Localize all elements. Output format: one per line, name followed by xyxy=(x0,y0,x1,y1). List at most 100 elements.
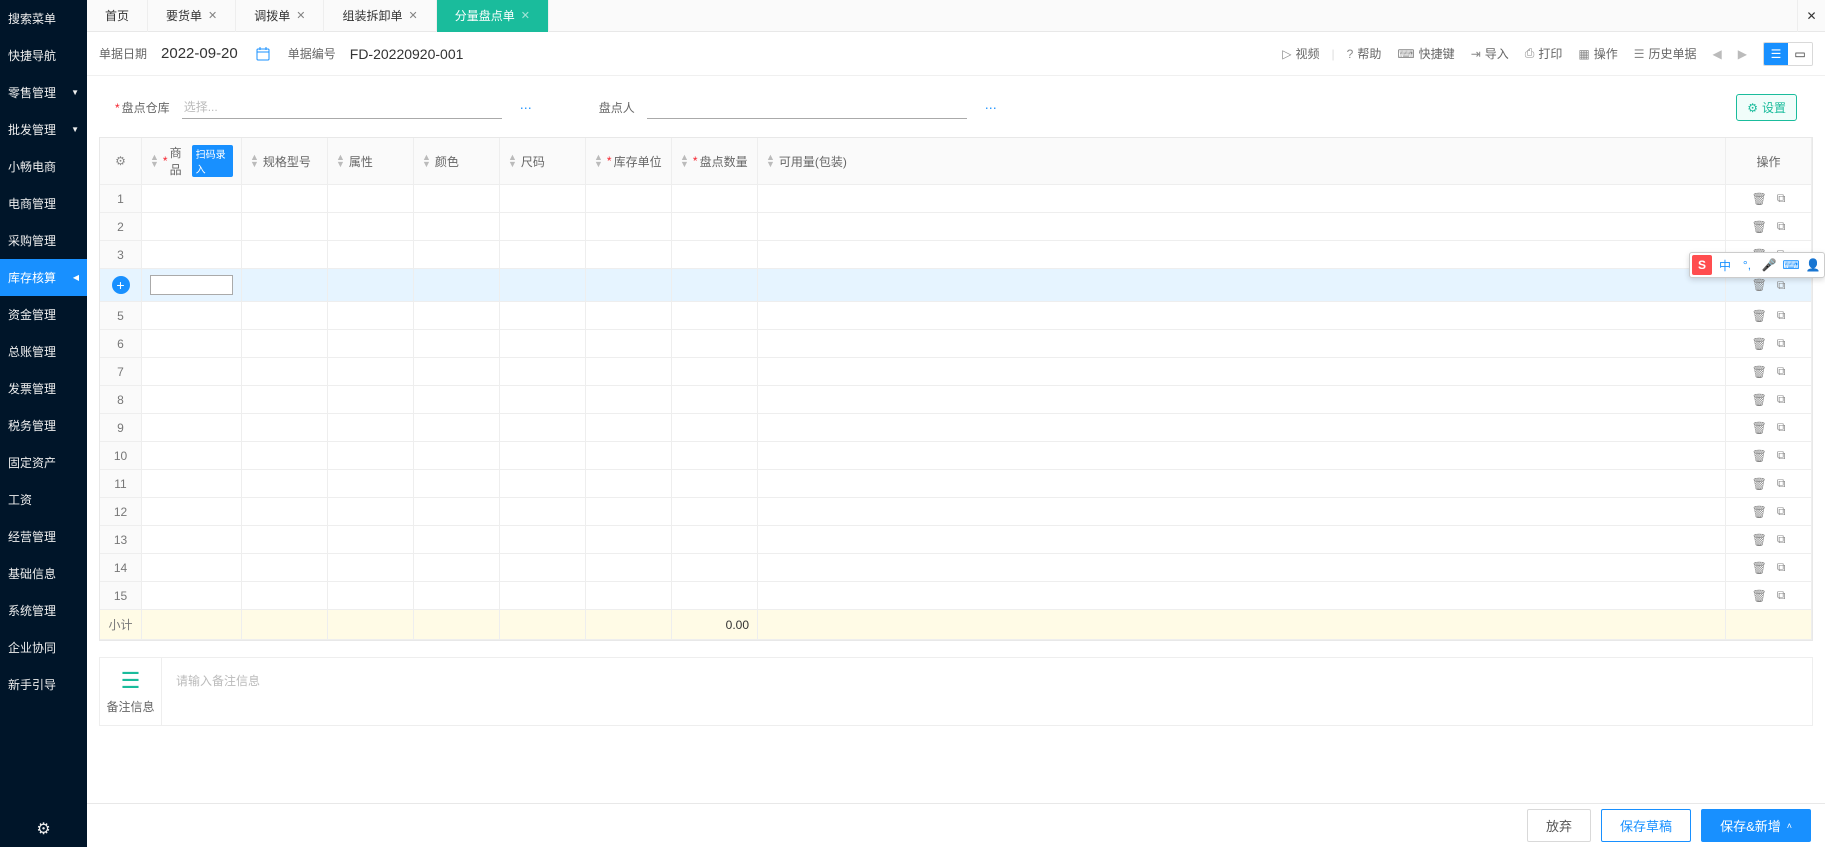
row-10-unit[interactable] xyxy=(586,442,672,470)
tab-2[interactable]: 调拨单✕ xyxy=(236,0,324,32)
row-11-color[interactable] xyxy=(414,470,500,498)
row-11-attr[interactable] xyxy=(328,470,414,498)
row-15-avail[interactable] xyxy=(758,582,1726,610)
row-6-avail[interactable] xyxy=(758,330,1726,358)
copy-icon[interactable]: ⧉ xyxy=(1777,588,1786,603)
row-3-qty[interactable] xyxy=(672,241,758,269)
row-14-unit[interactable] xyxy=(586,554,672,582)
copy-icon[interactable]: ⧉ xyxy=(1777,219,1786,234)
close-icon[interactable]: ✕ xyxy=(521,9,530,22)
row-4-unit[interactable] xyxy=(586,269,672,302)
row-14-attr[interactable] xyxy=(328,554,414,582)
row-1-avail[interactable] xyxy=(758,185,1726,213)
row-4-product[interactable] xyxy=(142,269,242,302)
row-12-size[interactable] xyxy=(500,498,586,526)
row-11-size[interactable] xyxy=(500,470,586,498)
view-list[interactable]: ☰ xyxy=(1764,43,1788,65)
row-6-spec[interactable] xyxy=(242,330,328,358)
delete-icon[interactable]: 🗑 xyxy=(1752,589,1767,603)
tab-1[interactable]: 要货单✕ xyxy=(148,0,236,32)
delete-icon[interactable]: 🗑 xyxy=(1752,561,1767,575)
row-13-avail[interactable] xyxy=(758,526,1726,554)
row-4-qty[interactable] xyxy=(672,269,758,302)
row-12-color[interactable] xyxy=(414,498,500,526)
row-15-qty[interactable] xyxy=(672,582,758,610)
row-12-product[interactable] xyxy=(142,498,242,526)
row-1-color[interactable] xyxy=(414,185,500,213)
delete-icon[interactable]: 🗑 xyxy=(1752,393,1767,407)
row-13-spec[interactable] xyxy=(242,526,328,554)
th-attr[interactable]: ▲▼属性 xyxy=(328,138,414,185)
close-icon[interactable]: ✕ xyxy=(208,9,217,22)
row-13-unit[interactable] xyxy=(586,526,672,554)
row-9-avail[interactable] xyxy=(758,414,1726,442)
delete-icon[interactable]: 🗑 xyxy=(1752,309,1767,323)
row-8-spec[interactable] xyxy=(242,386,328,414)
ime-lang[interactable]: 中 xyxy=(1716,256,1734,274)
row-12-attr[interactable] xyxy=(328,498,414,526)
copy-icon[interactable]: ⧉ xyxy=(1777,336,1786,351)
sidebar-item-1[interactable]: 快捷导航 xyxy=(0,37,87,74)
row-9-unit[interactable] xyxy=(586,414,672,442)
row-2-spec[interactable] xyxy=(242,213,328,241)
row-13-product[interactable] xyxy=(142,526,242,554)
sidebar-item-8[interactable]: 资金管理 xyxy=(0,296,87,333)
row-4-avail[interactable] xyxy=(758,269,1726,302)
row-11-spec[interactable] xyxy=(242,470,328,498)
import-action[interactable]: ⇥导入 xyxy=(1465,41,1515,66)
warehouse-input[interactable] xyxy=(182,96,502,119)
history-action[interactable]: ☰历史单据 xyxy=(1628,41,1703,66)
row-2-avail[interactable] xyxy=(758,213,1726,241)
row-10-avail[interactable] xyxy=(758,442,1726,470)
copy-icon[interactable]: ⧉ xyxy=(1777,308,1786,323)
warehouse-more-icon[interactable]: ⋯ xyxy=(514,101,539,115)
row-7-attr[interactable] xyxy=(328,358,414,386)
row-12-avail[interactable] xyxy=(758,498,1726,526)
row-8-qty[interactable] xyxy=(672,386,758,414)
row-14-product[interactable] xyxy=(142,554,242,582)
sidebar-settings[interactable]: ⚙ xyxy=(0,811,87,847)
row-3-attr[interactable] xyxy=(328,241,414,269)
row-10-color[interactable] xyxy=(414,442,500,470)
sidebar-item-11[interactable]: 税务管理 xyxy=(0,407,87,444)
th-size[interactable]: ▲▼尺码 xyxy=(500,138,586,185)
row-8-color[interactable] xyxy=(414,386,500,414)
row-13-size[interactable] xyxy=(500,526,586,554)
next-doc[interactable]: ▶ xyxy=(1732,45,1753,63)
row-9-spec[interactable] xyxy=(242,414,328,442)
row-14-size[interactable] xyxy=(500,554,586,582)
save-new-button[interactable]: 保存&新增˄ xyxy=(1701,809,1811,842)
tab-4[interactable]: 分量盘点单✕ xyxy=(437,0,549,32)
row-6-color[interactable] xyxy=(414,330,500,358)
row-9-color[interactable] xyxy=(414,414,500,442)
row-4-size[interactable] xyxy=(500,269,586,302)
copy-icon[interactable]: ⧉ xyxy=(1777,191,1786,206)
row-7-unit[interactable] xyxy=(586,358,672,386)
th-unit[interactable]: ▲▼*库存单位 xyxy=(586,138,672,185)
close-all-tabs[interactable]: ✕ xyxy=(1797,0,1825,32)
row-6-product[interactable] xyxy=(142,330,242,358)
row-7-product[interactable] xyxy=(142,358,242,386)
print-action[interactable]: ⎙打印 xyxy=(1519,41,1569,66)
row-1-unit[interactable] xyxy=(586,185,672,213)
ime-keyboard-icon[interactable]: ⌨ xyxy=(1782,256,1800,274)
row-6-size[interactable] xyxy=(500,330,586,358)
row-15-unit[interactable] xyxy=(586,582,672,610)
row-7-spec[interactable] xyxy=(242,358,328,386)
row-9-size[interactable] xyxy=(500,414,586,442)
row-10-size[interactable] xyxy=(500,442,586,470)
settings-button[interactable]: ⚙ 设置 xyxy=(1736,94,1797,121)
row-7-size[interactable] xyxy=(500,358,586,386)
row-14-color[interactable] xyxy=(414,554,500,582)
row-15-product[interactable] xyxy=(142,582,242,610)
delete-icon[interactable]: 🗑 xyxy=(1752,220,1767,234)
delete-icon[interactable]: 🗑 xyxy=(1752,192,1767,206)
row-15-color[interactable] xyxy=(414,582,500,610)
sidebar-item-3[interactable]: 批发管理▼ xyxy=(0,111,87,148)
row-5-product[interactable] xyxy=(142,302,242,330)
th-avail[interactable]: ▲▼可用量(包装) xyxy=(758,138,1726,185)
person-input[interactable] xyxy=(647,96,967,119)
row-2-unit[interactable] xyxy=(586,213,672,241)
row-12-spec[interactable] xyxy=(242,498,328,526)
sidebar-item-2[interactable]: 零售管理▼ xyxy=(0,74,87,111)
